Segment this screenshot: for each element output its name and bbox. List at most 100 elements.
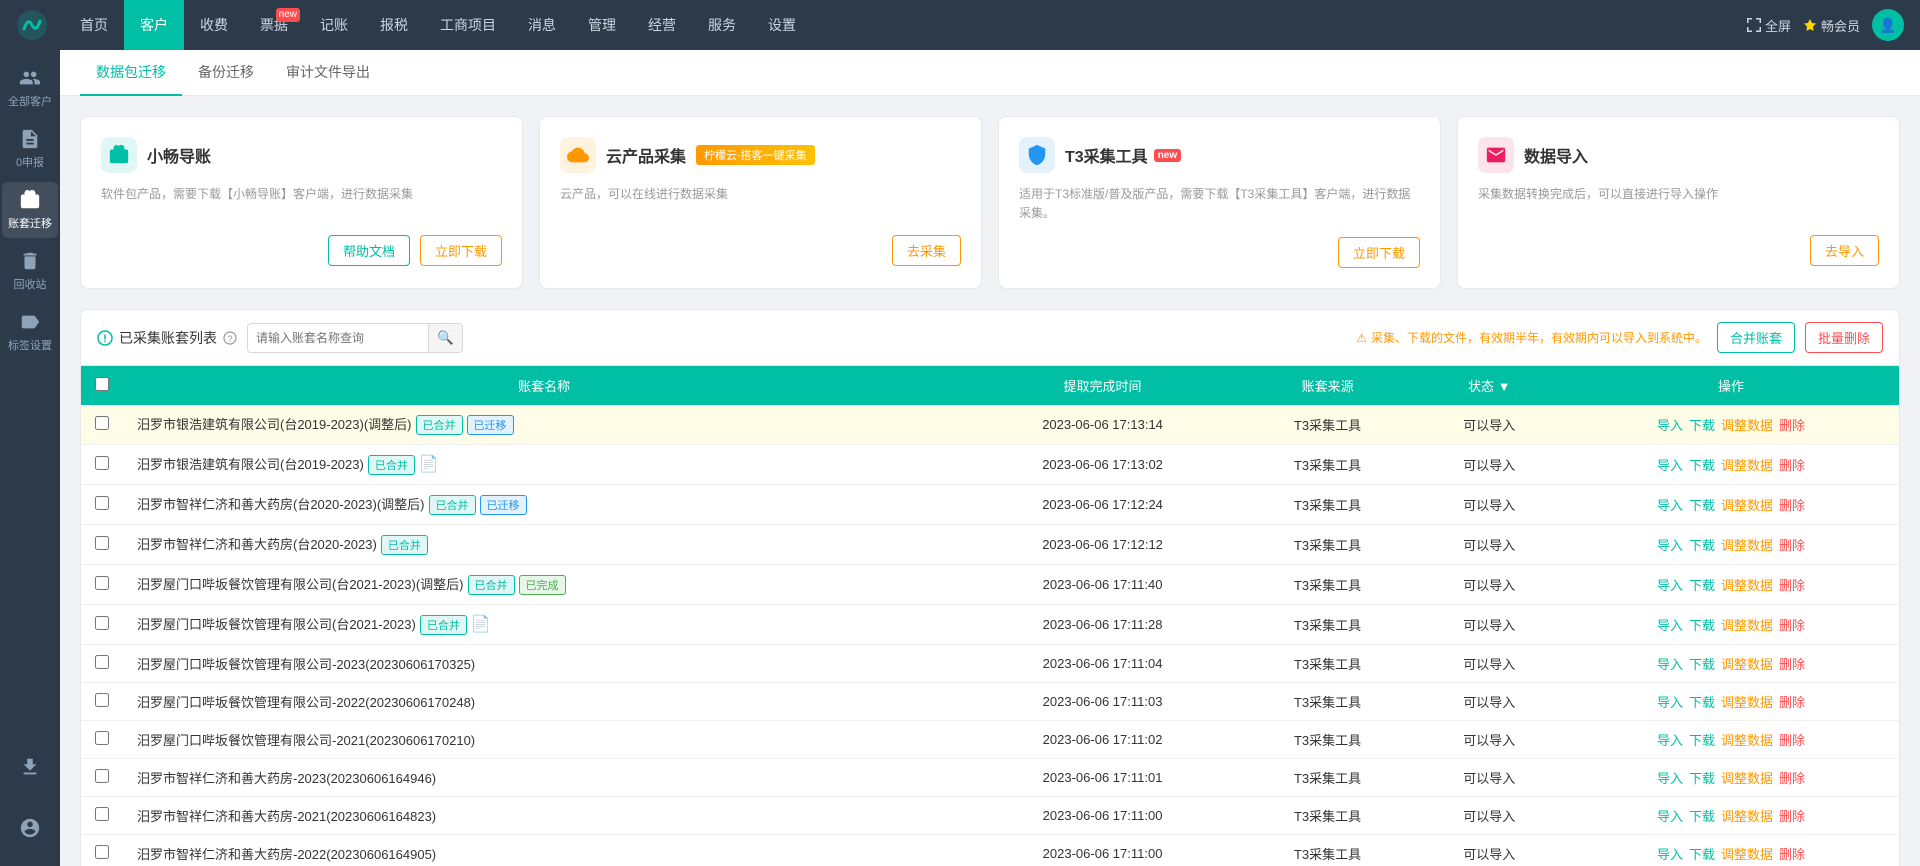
row-checkbox[interactable] <box>95 655 109 669</box>
nav-home[interactable]: 首页 <box>64 0 124 50</box>
xiaochang-help-btn[interactable]: 帮助文档 <box>328 235 410 266</box>
adjust-link[interactable]: 调整数据 <box>1721 771 1773 786</box>
import-link[interactable]: 导入 <box>1657 695 1683 710</box>
import-link[interactable]: 导入 <box>1657 418 1683 433</box>
merge-btn[interactable]: 合并账套 <box>1717 322 1795 353</box>
import-link[interactable]: 导入 <box>1657 458 1683 473</box>
nav-tax[interactable]: 报税 <box>364 0 424 50</box>
cloud-collect-btn[interactable]: 去采集 <box>892 235 961 266</box>
import-link[interactable]: 导入 <box>1657 578 1683 593</box>
batch-delete-btn[interactable]: 批量删除 <box>1805 322 1883 353</box>
row-name: 汨罗市智祥仁济和善大药房-2021(20230606164823) <box>123 797 965 835</box>
adjust-link[interactable]: 调整数据 <box>1721 809 1773 824</box>
adjust-link[interactable]: 调整数据 <box>1721 578 1773 593</box>
delete-link[interactable]: 删除 <box>1779 538 1805 553</box>
tab-audit-export[interactable]: 审计文件导出 <box>270 50 386 96</box>
xiaochang-download-btn[interactable]: 立即下载 <box>420 235 502 266</box>
row-checkbox[interactable] <box>95 807 109 821</box>
delete-link[interactable]: 删除 <box>1779 809 1805 824</box>
delete-link[interactable]: 删除 <box>1779 458 1805 473</box>
import-link[interactable]: 导入 <box>1657 618 1683 633</box>
nav-settings[interactable]: 设置 <box>752 0 812 50</box>
row-checkbox[interactable] <box>95 576 109 590</box>
delete-link[interactable]: 删除 <box>1779 733 1805 748</box>
nav-business[interactable]: 工商项目 <box>424 0 512 50</box>
delete-link[interactable]: 删除 <box>1779 771 1805 786</box>
download-link[interactable]: 下载 <box>1689 458 1715 473</box>
sidebar-item-tag-settings[interactable]: 标签设置 <box>2 304 58 360</box>
adjust-link[interactable]: 调整数据 <box>1721 458 1773 473</box>
sidebar-item-user[interactable] <box>2 800 58 856</box>
import-link[interactable]: 导入 <box>1657 771 1683 786</box>
sidebar-item-zero-report[interactable]: 0申报 <box>2 121 58 177</box>
import-link[interactable]: 导入 <box>1657 733 1683 748</box>
file-icon[interactable]: 📄 <box>471 616 491 633</box>
row-checkbox[interactable] <box>95 693 109 707</box>
nav-message[interactable]: 消息 <box>512 0 572 50</box>
download-link[interactable]: 下载 <box>1689 538 1715 553</box>
sidebar-item-migrate[interactable]: 账套迁移 <box>2 182 58 238</box>
import-link[interactable]: 导入 <box>1657 809 1683 824</box>
download-link[interactable]: 下载 <box>1689 418 1715 433</box>
row-checkbox[interactable] <box>95 416 109 430</box>
nav-service[interactable]: 服务 <box>692 0 752 50</box>
adjust-link[interactable]: 调整数据 <box>1721 695 1773 710</box>
row-checkbox[interactable] <box>95 769 109 783</box>
row-checkbox[interactable] <box>95 456 109 470</box>
delete-link[interactable]: 删除 <box>1779 618 1805 633</box>
download-link[interactable]: 下载 <box>1689 657 1715 672</box>
download-link[interactable]: 下载 <box>1689 771 1715 786</box>
nav-operation[interactable]: 经营 <box>632 0 692 50</box>
row-checkbox[interactable] <box>95 536 109 550</box>
fullscreen-btn[interactable]: 全屏 <box>1747 16 1791 35</box>
sidebar-item-recycle[interactable]: 回收站 <box>2 243 58 299</box>
delete-link[interactable]: 删除 <box>1779 498 1805 513</box>
search-input[interactable] <box>248 331 428 345</box>
row-checkbox[interactable] <box>95 845 109 859</box>
download-link[interactable]: 下载 <box>1689 578 1715 593</box>
delete-link[interactable]: 删除 <box>1779 695 1805 710</box>
adjust-link[interactable]: 调整数据 <box>1721 733 1773 748</box>
user-avatar[interactable]: 👤 <box>1872 9 1904 41</box>
download-link[interactable]: 下载 <box>1689 733 1715 748</box>
sidebar-item-all-customers[interactable]: 全部客户 <box>2 60 58 116</box>
tab-data-migration[interactable]: 数据包迁移 <box>80 50 182 96</box>
nav-invoice[interactable]: 票据new <box>244 0 304 50</box>
download-link[interactable]: 下载 <box>1689 498 1715 513</box>
nav-manage[interactable]: 管理 <box>572 0 632 50</box>
download-link[interactable]: 下载 <box>1689 695 1715 710</box>
nav-bookkeeping[interactable]: 记账 <box>304 0 364 50</box>
row-checkbox-cell <box>81 797 123 835</box>
search-button[interactable]: 🔍 <box>428 323 462 353</box>
delete-link[interactable]: 删除 <box>1779 578 1805 593</box>
nav-customer[interactable]: 客户 <box>124 0 184 50</box>
adjust-link[interactable]: 调整数据 <box>1721 847 1773 862</box>
delete-link[interactable]: 删除 <box>1779 847 1805 862</box>
t3-download-btn[interactable]: 立即下载 <box>1338 237 1420 268</box>
download-link[interactable]: 下载 <box>1689 809 1715 824</box>
adjust-link[interactable]: 调整数据 <box>1721 418 1773 433</box>
download-link[interactable]: 下载 <box>1689 618 1715 633</box>
adjust-link[interactable]: 调整数据 <box>1721 657 1773 672</box>
row-checkbox[interactable] <box>95 731 109 745</box>
tab-backup-migration[interactable]: 备份迁移 <box>182 50 270 96</box>
delete-link[interactable]: 删除 <box>1779 418 1805 433</box>
adjust-link[interactable]: 调整数据 <box>1721 618 1773 633</box>
import-link[interactable]: 导入 <box>1657 847 1683 862</box>
delete-link[interactable]: 删除 <box>1779 657 1805 672</box>
sidebar-item-download[interactable] <box>2 739 58 795</box>
file-icon[interactable]: 📄 <box>419 456 439 473</box>
import-link[interactable]: 导入 <box>1657 538 1683 553</box>
nav-fee[interactable]: 收费 <box>184 0 244 50</box>
row-checkbox[interactable] <box>95 616 109 630</box>
vip-btn[interactable]: 畅会员 <box>1803 16 1860 35</box>
adjust-link[interactable]: 调整数据 <box>1721 498 1773 513</box>
download-link[interactable]: 下载 <box>1689 847 1715 862</box>
select-all-checkbox[interactable] <box>95 377 109 391</box>
adjust-link[interactable]: 调整数据 <box>1721 538 1773 553</box>
row-checkbox[interactable] <box>95 496 109 510</box>
app-logo[interactable] <box>10 3 54 47</box>
import-link[interactable]: 导入 <box>1657 498 1683 513</box>
import-link[interactable]: 导入 <box>1657 657 1683 672</box>
import-goto-btn[interactable]: 去导入 <box>1810 235 1879 266</box>
